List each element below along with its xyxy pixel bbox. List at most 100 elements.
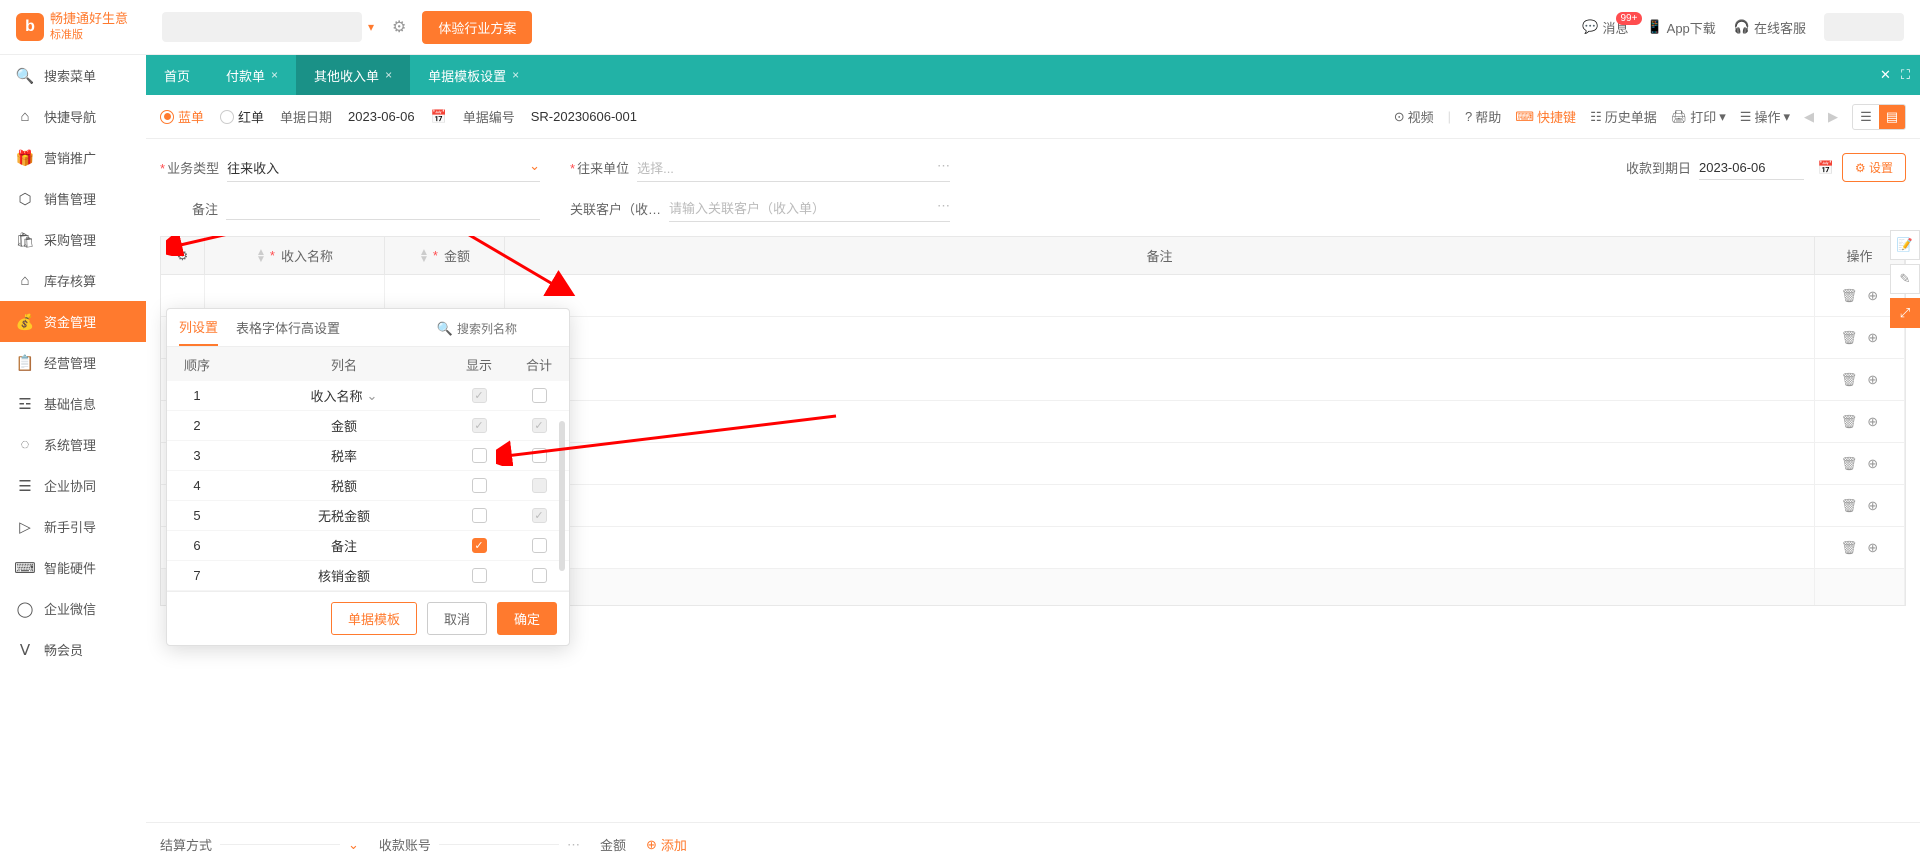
relcust-input[interactable]: 请输入关联客户（收入单）⋯	[669, 194, 950, 222]
popup-row[interactable]: 5无税金额✓	[167, 501, 569, 531]
delete-icon[interactable]: 🗑	[1841, 540, 1858, 556]
tab-other-income[interactable]: 其他收入单×	[296, 55, 410, 95]
popup-row[interactable]: 3税率	[167, 441, 569, 471]
template-button[interactable]: 单据模板	[331, 602, 417, 635]
more-icon[interactable]: ⋯	[937, 158, 950, 174]
scrollbar[interactable]	[559, 421, 565, 571]
next-icon[interactable]: ▶	[1828, 109, 1838, 125]
video-link[interactable]: ⊙视频	[1394, 107, 1434, 126]
customer-service-link[interactable]: 🎧 在线客服	[1734, 18, 1806, 37]
trial-button[interactable]: 体验行业方案	[422, 11, 532, 44]
delete-icon[interactable]: 🗑	[1841, 330, 1858, 346]
delete-icon[interactable]: 🗑	[1841, 372, 1858, 388]
checkbox-icon[interactable]: ✓	[472, 538, 487, 553]
column-settings-button[interactable]: ⚙	[161, 237, 205, 274]
close-icon[interactable]: ×	[271, 68, 278, 82]
chevron-down-icon[interactable]: ⌄	[367, 388, 378, 404]
history-link[interactable]: ☷历史单据	[1590, 107, 1657, 126]
popup-row[interactable]: 6备注✓	[167, 531, 569, 561]
calendar-icon[interactable]: 📅	[431, 109, 447, 125]
delete-icon[interactable]: 🗑	[1841, 414, 1858, 430]
sidebar-item-system[interactable]: ◌系统管理	[0, 424, 146, 465]
tab-payment[interactable]: 付款单×	[208, 55, 296, 95]
float-expand-icon[interactable]: ⤢	[1890, 298, 1920, 328]
field-account[interactable]: 收款账号⋯	[379, 835, 580, 854]
sidebar-item-marketing[interactable]: 🎁营销推广	[0, 137, 146, 178]
radio-blue[interactable]: 蓝单	[160, 107, 204, 126]
float-edit-icon[interactable]: ✎	[1890, 264, 1920, 294]
tab-template[interactable]: 单据模板设置×	[410, 55, 537, 95]
sidebar-item-sales[interactable]: ⬡销售管理	[0, 178, 146, 219]
chevron-down-icon[interactable]: ▾	[368, 20, 374, 34]
close-all-icon[interactable]: ✕	[1880, 67, 1891, 83]
detail-view-btn[interactable]: ▤	[1879, 105, 1905, 129]
copy-icon[interactable]: ⊕	[1867, 456, 1878, 472]
popup-row[interactable]: 2金额✓✓	[167, 411, 569, 441]
col-income-name[interactable]: ▲▼*收入名称	[205, 237, 385, 274]
copy-icon[interactable]: ⊕	[1867, 330, 1878, 346]
checkbox-icon[interactable]	[532, 388, 547, 403]
cancel-button[interactable]: 取消	[427, 602, 487, 635]
checkbox-icon[interactable]	[472, 568, 487, 583]
radio-red[interactable]: 红单	[220, 107, 264, 126]
org-select[interactable]	[162, 12, 362, 42]
sidebar-item-wechat[interactable]: ◯企业微信	[0, 588, 146, 629]
popup-row[interactable]: 7核销金额	[167, 561, 569, 591]
fullscreen-icon[interactable]: ⛶	[1901, 67, 1910, 83]
calendar-icon[interactable]: 📅	[1818, 160, 1834, 176]
sidebar-item-inventory[interactable]: ⌂库存核算	[0, 260, 146, 301]
col-amount[interactable]: ▲▼*金额	[385, 237, 505, 274]
sidebar-item-basic[interactable]: ☲基础信息	[0, 383, 146, 424]
checkbox-icon[interactable]	[472, 448, 487, 463]
copy-icon[interactable]: ⊕	[1867, 498, 1878, 514]
checkbox-icon[interactable]	[532, 448, 547, 463]
float-note-icon[interactable]: 📝	[1890, 230, 1920, 260]
ok-button[interactable]: 确定	[497, 602, 557, 635]
popup-tab-columns[interactable]: 列设置	[179, 317, 218, 346]
sidebar-item-search[interactable]: 🔍搜索菜单	[0, 55, 146, 96]
doc-date-value[interactable]: 2023-06-06	[348, 109, 415, 124]
app-download-link[interactable]: 📱 App下载	[1646, 18, 1715, 37]
popup-search-input[interactable]	[457, 322, 557, 336]
print-link[interactable]: 🖨打印▾	[1671, 107, 1726, 126]
sidebar-item-guide[interactable]: ▷新手引导	[0, 506, 146, 547]
tab-home[interactable]: 首页	[146, 55, 208, 95]
copy-icon[interactable]: ⊕	[1867, 540, 1878, 556]
delete-icon[interactable]: 🗑	[1841, 288, 1858, 304]
copy-icon[interactable]: ⊕	[1867, 414, 1878, 430]
checkbox-icon[interactable]	[532, 538, 547, 553]
delete-icon[interactable]: 🗑	[1841, 498, 1858, 514]
copy-icon[interactable]: ⊕	[1867, 372, 1878, 388]
checkbox-icon[interactable]	[472, 478, 487, 493]
settings-button[interactable]: ⚙ 设置	[1842, 153, 1906, 182]
hotkey-link[interactable]: ⌨快捷键	[1515, 107, 1576, 126]
copy-icon[interactable]: ⊕	[1867, 288, 1878, 304]
sidebar-item-finance[interactable]: 💰资金管理	[0, 301, 146, 342]
popup-tab-font[interactable]: 表格字体行高设置	[236, 318, 340, 345]
sidebar-item-operation[interactable]: 📋经营管理	[0, 342, 146, 383]
sidebar-item-collab[interactable]: ☰企业协同	[0, 465, 146, 506]
unit-select[interactable]: 选择...⋯	[637, 154, 950, 182]
duedate-input[interactable]: 2023-06-06	[1699, 156, 1804, 180]
help-link[interactable]: ?帮助	[1465, 107, 1501, 126]
field-settlement[interactable]: 结算方式⌄	[160, 835, 359, 854]
sidebar-item-member[interactable]: Ⅴ畅会员	[0, 629, 146, 670]
list-view-btn[interactable]: ☰	[1853, 105, 1879, 129]
add-button[interactable]: ⊕添加	[646, 835, 687, 854]
popup-row[interactable]: 4税额	[167, 471, 569, 501]
sidebar-item-quicknav[interactable]: ⌂快捷导航	[0, 96, 146, 137]
checkbox-icon[interactable]	[472, 508, 487, 523]
close-icon[interactable]: ×	[512, 68, 519, 82]
sidebar-item-purchase[interactable]: 🛍采购管理	[0, 219, 146, 260]
more-icon[interactable]: ⋯	[937, 198, 950, 214]
ops-link[interactable]: ☰操作▾	[1740, 107, 1790, 126]
field-amount[interactable]: 金额	[600, 835, 626, 854]
close-icon[interactable]: ×	[385, 68, 392, 82]
prev-icon[interactable]: ◀	[1804, 109, 1814, 125]
biztype-select[interactable]: 往来收入⌄	[227, 154, 540, 182]
message-link[interactable]: 💬 消息 99+	[1582, 18, 1628, 37]
gear-icon[interactable]: ⚙	[392, 17, 406, 37]
remark-input[interactable]	[226, 196, 540, 220]
user-avatar[interactable]	[1824, 13, 1904, 41]
delete-icon[interactable]: 🗑	[1841, 456, 1858, 472]
